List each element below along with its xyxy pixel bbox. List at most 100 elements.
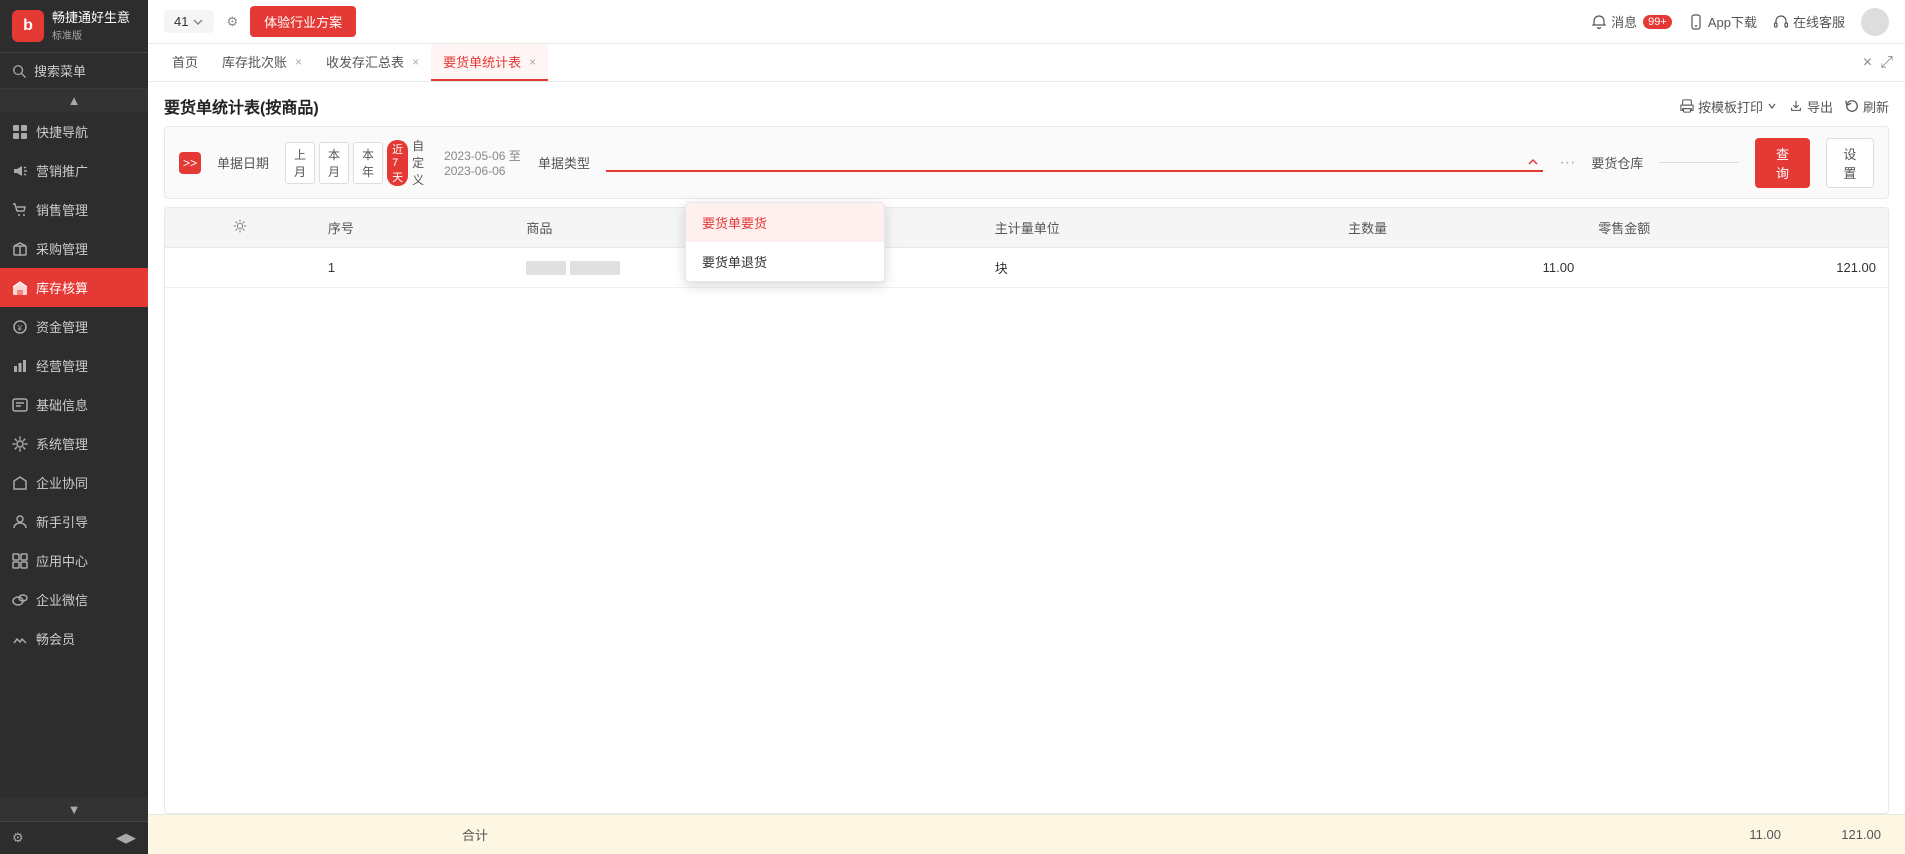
sidebar-item-marketing[interactable]: 营销推广	[0, 151, 148, 190]
sidebar-item-system[interactable]: 系统管理	[0, 424, 148, 463]
sidebar-label-finance: 资金管理	[36, 317, 88, 336]
print-action[interactable]: 按模板打印	[1680, 97, 1777, 116]
sidebar-item-guide[interactable]: 新手引导	[0, 502, 148, 541]
tab-inventory-batch[interactable]: 库存批次账 ×	[210, 44, 314, 81]
sidebar-item-purchase[interactable]: 采购管理	[0, 229, 148, 268]
footer-qty: 11.00	[1693, 827, 1793, 842]
chevron-down-icon	[192, 16, 204, 28]
logo-text: 畅捷通好生意 标准版	[52, 10, 130, 42]
tab-fullscreen-icon[interactable]: ⤢	[1880, 54, 1893, 72]
filter-type-chevron-up-icon	[1527, 156, 1539, 168]
sidebar-label-member: 畅会员	[36, 629, 75, 648]
svg-text:¥: ¥	[17, 324, 23, 333]
bell-icon	[1591, 14, 1607, 30]
sidebar-label-marketing: 营销推广	[36, 161, 88, 180]
sidebar-item-member[interactable]: 畅会员	[0, 619, 148, 658]
col-settings[interactable]	[165, 208, 316, 248]
sidebar-item-app-center[interactable]: 应用中心	[0, 541, 148, 580]
sidebar-item-quick-nav[interactable]: 快捷导航	[0, 112, 148, 151]
date-custom-btn[interactable]: 自定义	[412, 137, 424, 188]
tab-receive-summary-close[interactable]: ×	[412, 55, 419, 69]
table-row: 1 块 11.00	[165, 248, 1888, 288]
refresh-label: 刷新	[1863, 97, 1889, 116]
row-amount-value: 121.00	[1836, 260, 1876, 275]
messages-label: 消息	[1611, 12, 1637, 31]
tab-inventory-batch-close[interactable]: ×	[295, 55, 302, 69]
set-button[interactable]: 设置	[1826, 138, 1874, 188]
tab-expand-icon[interactable]: ×	[1863, 54, 1872, 72]
col-amount-header: 零售金额	[1586, 208, 1888, 248]
filter-more-btn[interactable]: ···	[1559, 154, 1575, 172]
sidebar-item-wechat[interactable]: 企业微信	[0, 580, 148, 619]
collapse-icon[interactable]: ◀▶	[116, 830, 136, 846]
tab-home[interactable]: 首页	[160, 44, 210, 81]
footer-amount: 121.00	[1793, 827, 1893, 842]
row-settings-cell	[165, 248, 316, 288]
sidebar-label-sales: 销售管理	[36, 200, 88, 219]
date-recent-badge[interactable]: 近7天	[387, 140, 408, 186]
messages-action[interactable]: 消息 99+	[1591, 12, 1672, 31]
member-icon	[12, 631, 28, 647]
sidebar-item-finance[interactable]: ¥ 资金管理	[0, 307, 148, 346]
sidebar-label-system: 系统管理	[36, 434, 88, 453]
tabs-bar: 首页 库存批次账 × 收发存汇总表 × 要货单统计表 × × ⤢	[148, 44, 1905, 82]
date-btn-last-month[interactable]: 上月	[285, 142, 315, 184]
date-btn-this-month[interactable]: 本月	[319, 142, 349, 184]
row-index-value: 1	[328, 260, 335, 275]
dropdown-item-return[interactable]: 要货单退货	[686, 242, 884, 281]
user-avatar[interactable]	[1861, 8, 1889, 36]
sidebar-item-operations[interactable]: 经营管理	[0, 346, 148, 385]
sidebar-item-sales[interactable]: 销售管理	[0, 190, 148, 229]
sidebar-label-basic-info: 基础信息	[36, 395, 88, 414]
trial-button[interactable]: 体验行业方案	[250, 6, 356, 37]
online-service-label: 在线客服	[1793, 12, 1845, 31]
page-content: 要货单统计表(按商品) 按模板打印	[148, 82, 1905, 854]
refresh-icon	[1845, 99, 1859, 113]
export-icon	[1789, 99, 1803, 113]
tab-receive-summary[interactable]: 收发存汇总表 ×	[314, 44, 431, 81]
warehouse-select[interactable]	[1659, 162, 1739, 163]
date-btn-this-year[interactable]: 本年	[353, 142, 383, 184]
sidebar-item-inventory[interactable]: 库存核算	[0, 268, 148, 307]
col-settings-icon	[233, 219, 247, 233]
tab-order-stats-label: 要货单统计表	[443, 52, 521, 71]
company-selector[interactable]: 41	[164, 10, 214, 33]
grid-icon	[12, 124, 28, 140]
filter-date-label: 单据日期	[217, 153, 269, 172]
megaphone-icon	[12, 163, 28, 179]
sidebar-label-guide: 新手引导	[36, 512, 88, 531]
scroll-up[interactable]: ▲	[0, 89, 148, 112]
sidebar-item-enterprise[interactable]: 企业协同	[0, 463, 148, 502]
col-unit-label: 主计量单位	[995, 221, 1060, 236]
sidebar-item-basic-info[interactable]: 基础信息	[0, 385, 148, 424]
col-product-label: 商品	[526, 221, 552, 236]
header-settings-icon[interactable]: ⚙	[226, 14, 238, 30]
online-service-action[interactable]: 在线客服	[1773, 12, 1845, 31]
guide-icon	[12, 514, 28, 530]
app-download-action[interactable]: App下载	[1688, 12, 1757, 31]
messages-badge: 99+	[1643, 15, 1672, 29]
search-icon	[12, 64, 26, 78]
query-button[interactable]: 查询	[1755, 138, 1809, 188]
product-tag-2	[570, 261, 620, 275]
export-action[interactable]: 导出	[1789, 97, 1833, 116]
dropdown-item-purchase[interactable]: 要货单要货	[686, 203, 884, 242]
info-icon	[12, 397, 28, 413]
filter-expand-btn[interactable]: >>	[179, 152, 201, 174]
row-qty-cell: 11.00	[1336, 248, 1586, 288]
dropdown-item-purchase-label: 要货单要货	[702, 216, 767, 231]
sidebar-label-purchase: 采购管理	[36, 239, 88, 258]
scroll-down[interactable]: ▼	[0, 798, 148, 821]
tab-order-stats-close[interactable]: ×	[529, 55, 536, 69]
row-unit-cell: 块	[983, 248, 1336, 288]
chart-icon	[12, 358, 28, 374]
tab-order-stats[interactable]: 要货单统计表 ×	[431, 44, 548, 81]
search-menu[interactable]: 搜索菜单	[0, 53, 148, 89]
page-title: 要货单统计表(按商品)	[164, 94, 319, 118]
logo-sub: 标准版	[52, 27, 130, 42]
refresh-action[interactable]: 刷新	[1845, 97, 1889, 116]
settings-icon[interactable]: ⚙	[12, 830, 24, 846]
sidebar-bottom: ⚙ ◀▶	[0, 821, 148, 854]
main-area: 41 ⚙ 体验行业方案 消息 99+	[148, 0, 1905, 854]
filter-type-select[interactable]	[606, 154, 1543, 172]
